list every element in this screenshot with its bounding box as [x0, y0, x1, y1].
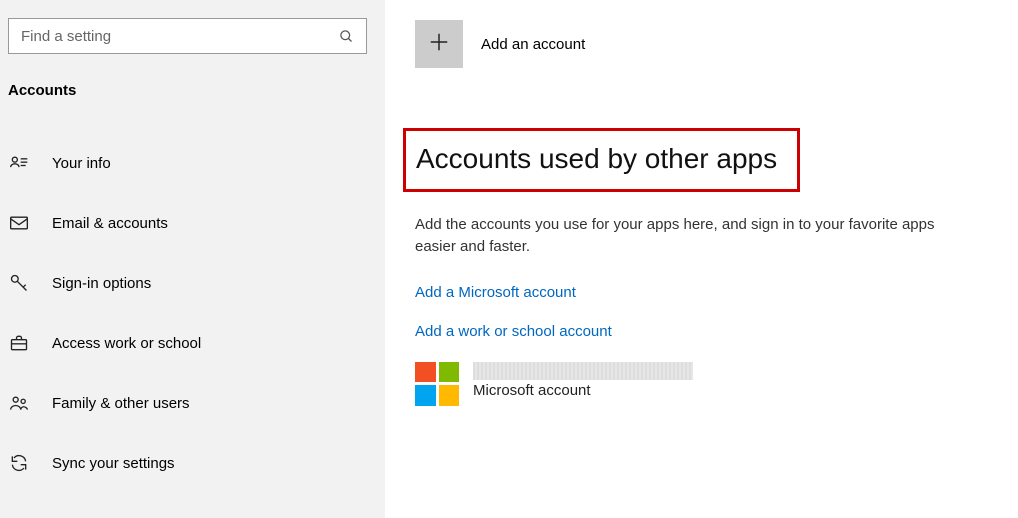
briefcase-icon — [8, 333, 30, 353]
add-account-row: Add an account — [415, 20, 988, 68]
sidebar-item-label: Your info — [52, 155, 111, 172]
sidebar-item-email-accounts[interactable]: Email & accounts — [0, 199, 385, 247]
sidebar-item-label: Email & accounts — [52, 215, 168, 232]
sidebar-item-label: Family & other users — [52, 395, 190, 412]
settings-sidebar: Accounts Your info Email & accounts Sign… — [0, 0, 385, 518]
account-name-redacted — [473, 362, 693, 380]
sidebar-item-sync-settings[interactable]: Sync your settings — [0, 439, 385, 487]
sidebar-item-access-work-school[interactable]: Access work or school — [0, 319, 385, 367]
main-content: Add an account Accounts used by other ap… — [385, 0, 1018, 518]
account-text: Microsoft account — [473, 362, 693, 399]
sidebar-item-label: Sync your settings — [52, 455, 175, 472]
sidebar-item-label: Access work or school — [52, 335, 201, 352]
sidebar-item-family-other-users[interactable]: Family & other users — [0, 379, 385, 427]
section-title-highlight: Accounts used by other apps — [403, 128, 800, 192]
people-icon — [8, 393, 30, 413]
microsoft-logo-icon — [415, 362, 459, 406]
sync-icon — [8, 453, 30, 473]
sidebar-item-signin-options[interactable]: Sign-in options — [0, 259, 385, 307]
section-title: Accounts used by other apps — [416, 143, 777, 175]
search-box[interactable] — [8, 18, 367, 54]
key-icon — [8, 273, 30, 293]
account-item[interactable]: Microsoft account — [415, 362, 988, 406]
sidebar-heading: Accounts — [0, 82, 385, 99]
person-card-icon — [8, 153, 30, 173]
mail-icon — [8, 213, 30, 233]
sidebar-item-your-info[interactable]: Your info — [0, 139, 385, 187]
plus-icon — [428, 31, 450, 57]
add-account-button[interactable] — [415, 20, 463, 68]
section-description: Add the accounts you use for your apps h… — [415, 214, 935, 258]
add-work-school-account-link[interactable]: Add a work or school account — [415, 323, 988, 340]
search-input[interactable] — [21, 28, 321, 45]
search-icon — [339, 29, 354, 44]
sidebar-item-label: Sign-in options — [52, 275, 151, 292]
add-account-label: Add an account — [481, 36, 585, 53]
add-microsoft-account-link[interactable]: Add a Microsoft account — [415, 284, 988, 301]
account-type: Microsoft account — [473, 382, 693, 399]
